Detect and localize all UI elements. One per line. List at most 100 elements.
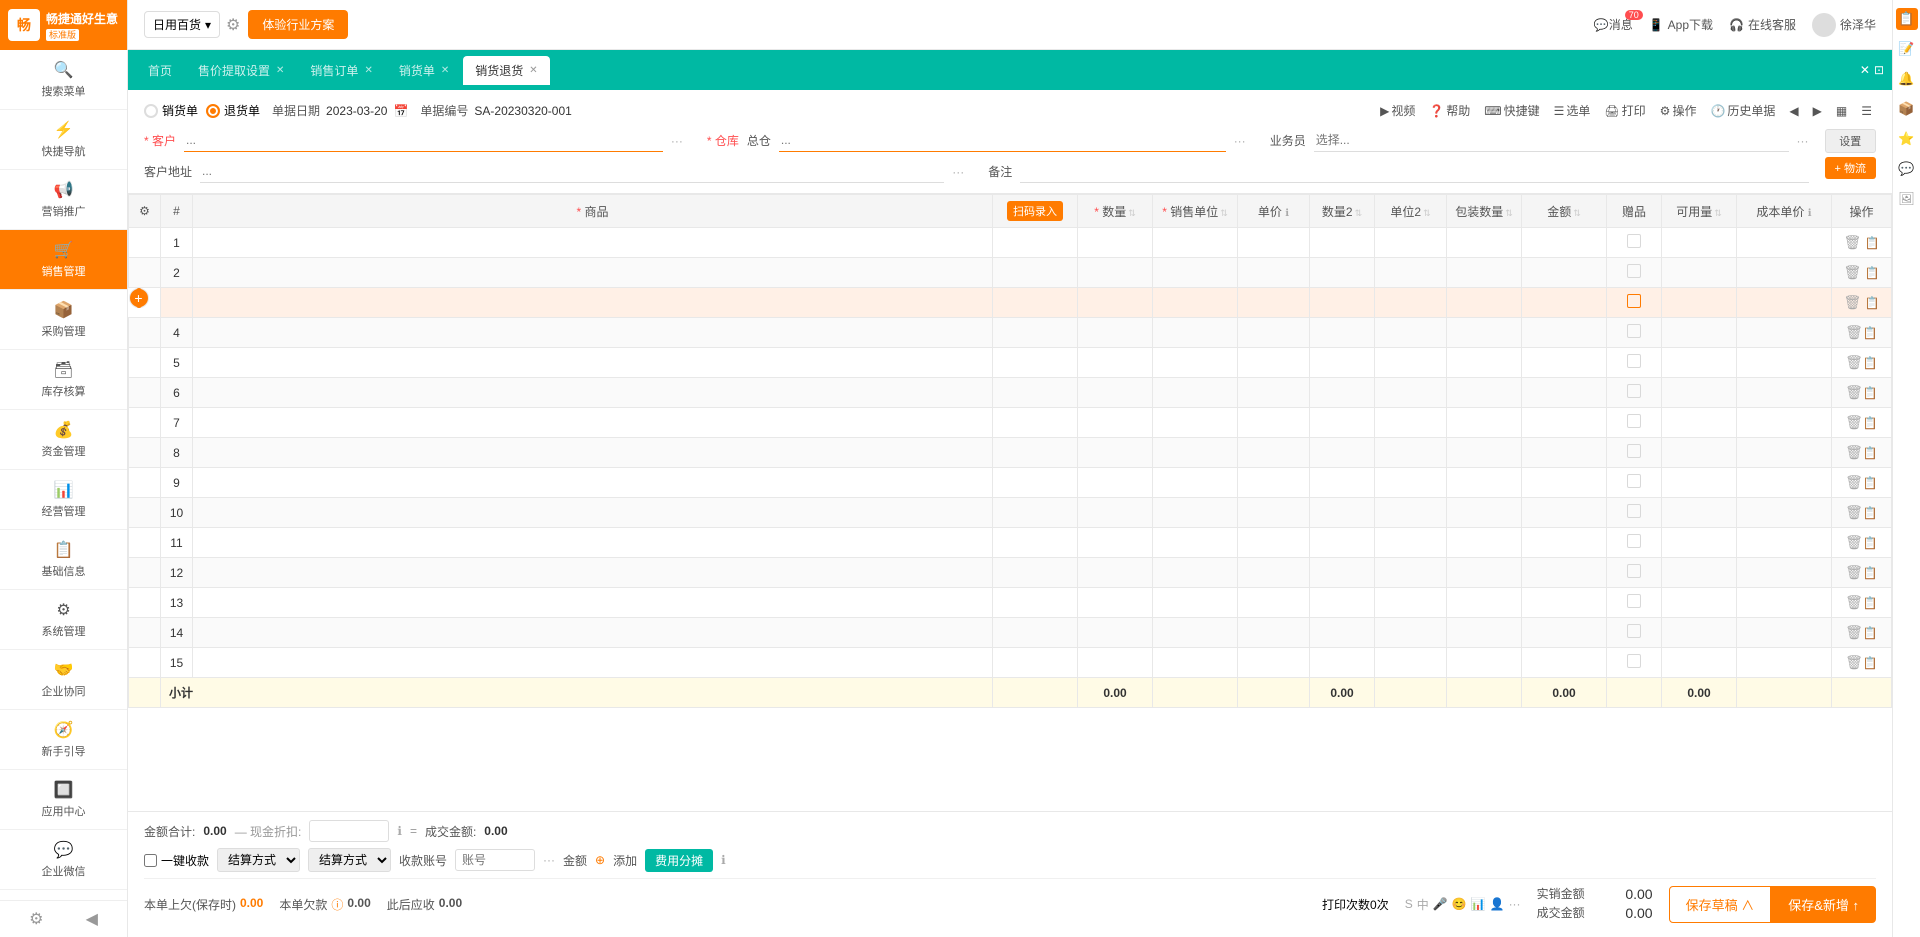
delete-row-icon[interactable]: 🗑 — [1845, 474, 1863, 490]
sidebar-item-inventory[interactable]: 🗃 库存核算 — [0, 350, 127, 410]
restore-tab-icon[interactable]: ⊡ — [1874, 63, 1884, 77]
gift-checkbox[interactable] — [1627, 294, 1641, 308]
qty-cell[interactable] — [1078, 228, 1153, 258]
delete-row-icon[interactable]: 🗑 — [1843, 234, 1861, 250]
copy-row-icon[interactable]: 📋 — [1863, 656, 1878, 670]
qty2-cell[interactable] — [1310, 228, 1375, 258]
sidebar-item-search[interactable]: 🔍 搜索菜单 — [0, 50, 127, 110]
online-service-btn[interactable]: 🎧 在线客服 — [1729, 16, 1796, 33]
qty2-cell[interactable] — [1310, 258, 1375, 288]
sidebar-item-appcenter[interactable]: 🔲 应用中心 — [0, 770, 127, 830]
sidebar-item-wechat[interactable]: 💬 企业微信 — [0, 830, 127, 890]
sidebar-item-basic[interactable]: 📋 基础信息 — [0, 530, 127, 590]
sidebar-item-system[interactable]: ⚙ 系统管理 — [0, 590, 127, 650]
copy-row-icon[interactable]: 📋 — [1863, 626, 1878, 640]
price-cell[interactable] — [1238, 288, 1310, 318]
tab-sales-delivery[interactable]: 销货单 ✕ — [387, 56, 461, 85]
copy-row-icon[interactable]: 📋 — [1865, 236, 1880, 250]
salesman-input[interactable] — [1314, 129, 1789, 152]
address-more-icon[interactable]: ··· — [952, 165, 964, 179]
delete-row-icon[interactable]: 🗑 — [1845, 564, 1863, 580]
delete-row-icon[interactable]: 🗑 — [1845, 654, 1863, 670]
copy-row-icon[interactable]: 📋 — [1863, 386, 1878, 400]
sidebar-item-purchase[interactable]: 📦 采购管理 — [0, 290, 127, 350]
qty2-cell[interactable] — [1310, 288, 1375, 318]
copy-row-icon[interactable]: 📋 — [1863, 476, 1878, 490]
tab-price-extract[interactable]: 售价提取设置 ✕ — [186, 56, 296, 85]
customer-input[interactable] — [184, 129, 663, 152]
sidebar-item-finance[interactable]: 💰 资金管理 — [0, 410, 127, 470]
copy-row-icon[interactable]: 📋 — [1865, 296, 1880, 310]
copy-row-icon[interactable]: 📋 — [1863, 356, 1878, 370]
gift-checkbox[interactable] — [1627, 504, 1641, 518]
pack-cell[interactable] — [1447, 258, 1522, 288]
user-area[interactable]: 徐泽华 — [1812, 13, 1876, 37]
calendar-icon[interactable]: 📅 — [393, 104, 408, 118]
right-sidebar-btn-image[interactable]: 🖼 — [1896, 188, 1918, 210]
tab-close-icon[interactable]: ✕ — [364, 65, 372, 76]
right-sidebar-btn-star[interactable]: ⭐ — [1896, 128, 1918, 150]
salesman-more-icon[interactable]: ··· — [1797, 134, 1809, 148]
sidebar-item-sales[interactable]: 🛒 销售管理 — [0, 230, 127, 290]
qty-cell[interactable] — [1078, 258, 1153, 288]
address-input[interactable] — [200, 160, 944, 183]
delete-row-icon[interactable]: 🗑 — [1843, 294, 1861, 310]
delete-row-icon[interactable]: 🗑 — [1845, 414, 1863, 430]
video-btn[interactable]: ▶ 视频 — [1376, 100, 1419, 121]
help-btn[interactable]: ❓ 帮助 — [1425, 100, 1474, 121]
gift-checkbox[interactable] — [1627, 384, 1641, 398]
shortcut-toolbar-btn[interactable]: ⌨ 快捷键 — [1480, 100, 1543, 121]
radio-sales-return[interactable]: 退货单 — [206, 102, 260, 119]
goods-cell[interactable] — [193, 228, 993, 258]
sidebar-item-newuser[interactable]: 🧭 新手引导 — [0, 710, 127, 770]
scan-button[interactable]: 扫码录入 — [1007, 201, 1063, 221]
price-cell[interactable] — [1238, 258, 1310, 288]
delete-row-icon[interactable]: 🗑 — [1845, 444, 1863, 460]
sidebar-item-enterprise[interactable]: 🤝 企业协同 — [0, 650, 127, 710]
account-input[interactable] — [455, 849, 535, 871]
gift-checkbox[interactable] — [1627, 474, 1641, 488]
copy-row-icon[interactable]: 📋 — [1863, 536, 1878, 550]
message-area[interactable]: 💬 消息 70 — [1594, 16, 1633, 33]
add-row-button[interactable]: + — [134, 288, 144, 308]
next-record-btn[interactable]: ▶ — [1809, 102, 1826, 120]
history-btn[interactable]: 🕐 历史单据 — [1706, 100, 1779, 121]
tab-close-icon[interactable]: ✕ — [529, 65, 537, 76]
unit2-cell[interactable] — [1375, 258, 1447, 288]
right-sidebar-btn-notify[interactable]: 🔔 — [1896, 68, 1918, 90]
grid-view-btn[interactable]: ▦ — [1832, 102, 1851, 120]
sidebar-item-member[interactable]: 👑 畅会员 — [0, 890, 127, 900]
customer-more-icon[interactable]: ··· — [671, 134, 683, 148]
goods-input-cell[interactable] — [193, 288, 993, 318]
copy-row-icon[interactable]: 📋 — [1863, 596, 1878, 610]
gift-checkbox[interactable] — [1627, 354, 1641, 368]
price-cell[interactable] — [1238, 228, 1310, 258]
right-sidebar-btn-edit[interactable]: 📝 — [1896, 38, 1918, 60]
sidebar-item-shortcut[interactable]: ⚡ 快捷导航 — [0, 110, 127, 170]
discount-input[interactable] — [309, 820, 389, 842]
one-key-collect-input[interactable] — [144, 854, 157, 867]
unit2-cell[interactable] — [1375, 288, 1447, 318]
calc-method-select[interactable]: 结算方式 — [308, 848, 391, 872]
tab-close-icon[interactable]: ✕ — [276, 65, 284, 76]
gift-checkbox[interactable] — [1627, 444, 1641, 458]
unit2-cell[interactable] — [1375, 228, 1447, 258]
copy-row-icon[interactable]: 📋 — [1863, 566, 1878, 580]
unit-cell[interactable] — [1153, 288, 1238, 318]
one-key-collect-checkbox[interactable]: 一键收款 — [144, 852, 209, 869]
settle-method-select[interactable]: 结算方式 — [217, 848, 300, 872]
right-sidebar-btn-chat[interactable]: 💬 — [1896, 158, 1918, 180]
goods-cell[interactable] — [193, 258, 993, 288]
delete-row-icon[interactable]: 🗑 — [1843, 264, 1861, 280]
delete-row-icon[interactable]: 🗑 — [1845, 354, 1863, 370]
warehouse-more-icon[interactable]: ··· — [1234, 134, 1246, 148]
gift-checkbox[interactable] — [1627, 564, 1641, 578]
delete-row-icon[interactable]: 🗑 — [1845, 504, 1863, 520]
amount-cell[interactable] — [1522, 288, 1607, 318]
account-more-icon[interactable]: ··· — [543, 853, 555, 867]
add-logistics-button[interactable]: + 物流 — [1825, 157, 1876, 179]
collapse-btn[interactable]: ◀ — [86, 909, 98, 929]
copy-row-icon[interactable]: 📋 — [1863, 506, 1878, 520]
prev-record-btn[interactable]: ◀ — [1785, 102, 1802, 120]
pack-cell[interactable] — [1447, 288, 1522, 318]
